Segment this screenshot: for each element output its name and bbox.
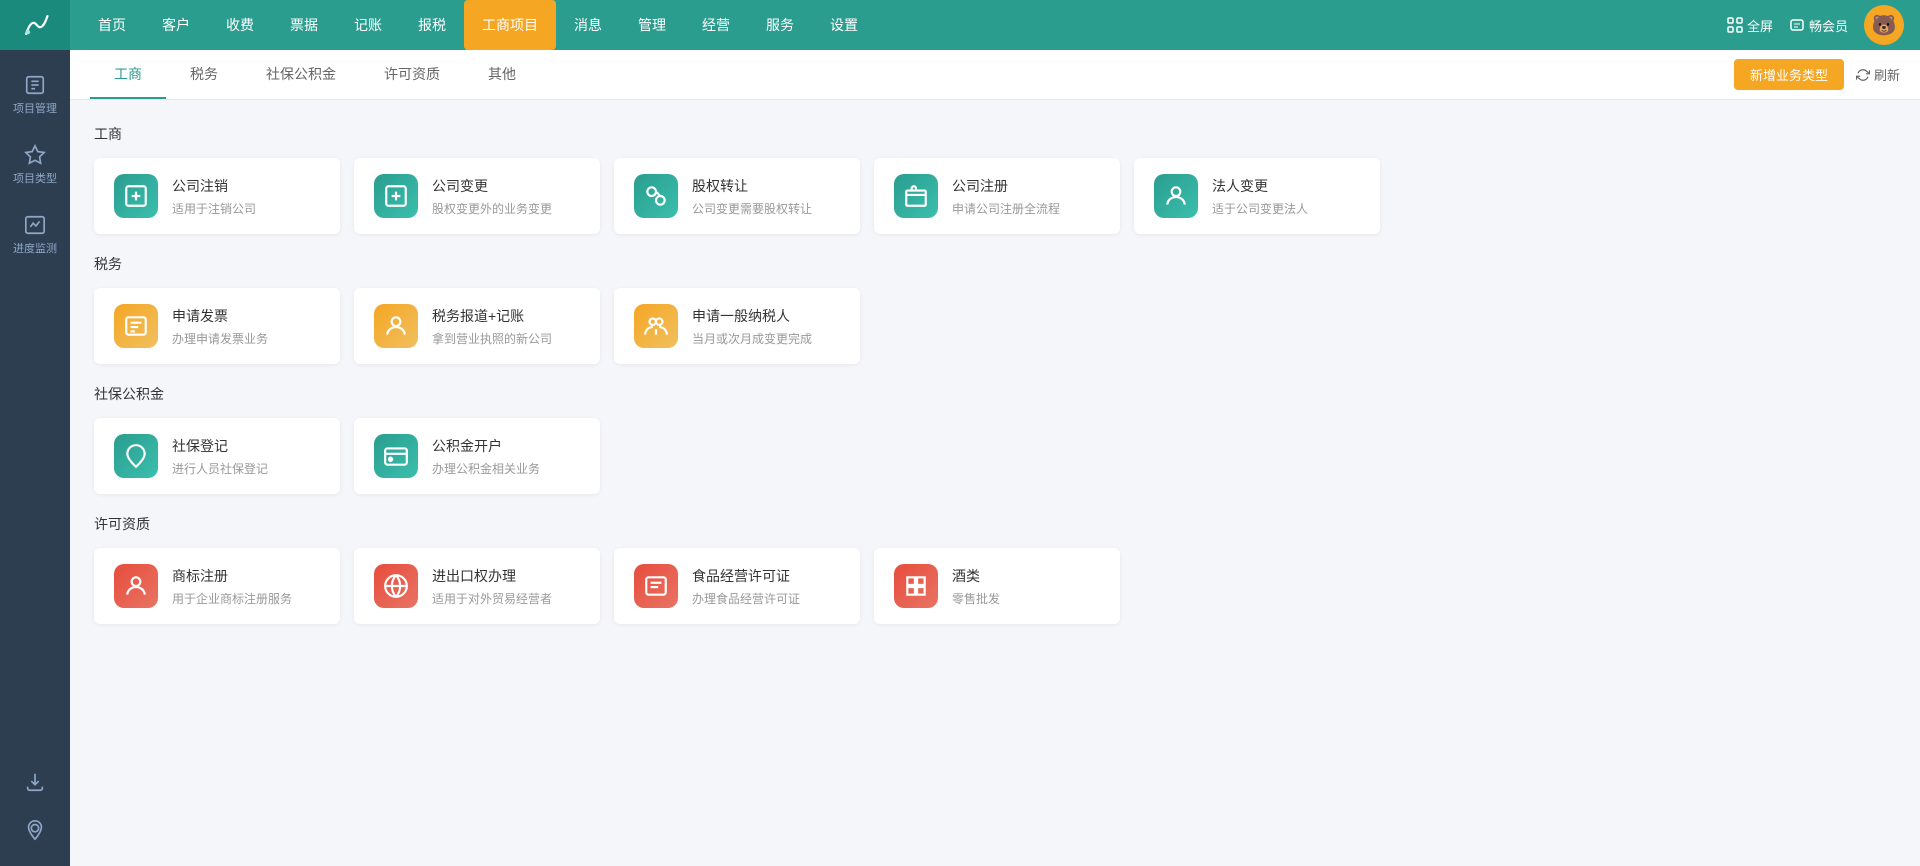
tab-other[interactable]: 其他	[464, 50, 540, 99]
card-tax-report-bookkeeping[interactable]: 税务报道+记账 拿到营业执照的新公司	[354, 288, 600, 364]
nav-service[interactable]: 服务	[748, 0, 812, 50]
top-nav-right: 全屏 畅会员 🐻	[1727, 5, 1920, 45]
card-social-insurance-register[interactable]: 社保登记 进行人员社保登记	[94, 418, 340, 494]
top-navigation: 首页 客户 收费 票据 记账 报税 工商项目 消息 管理 经营 服务 设置 全屏…	[0, 0, 1920, 50]
nav-fee[interactable]: 收费	[208, 0, 272, 50]
card-icon-company-cancel	[114, 174, 158, 218]
tab-bar: 工商 税务 社保公积金 许可资质 其他 新增业务类型 刷新	[70, 50, 1920, 100]
card-icon-provident-fund	[374, 434, 418, 478]
nav-items: 首页 客户 收费 票据 记账 报税 工商项目 消息 管理 经营 服务 设置	[70, 0, 1727, 50]
card-icon-tax-report	[374, 304, 418, 348]
fullscreen-btn[interactable]: 全屏	[1727, 16, 1773, 35]
nav-message[interactable]: 消息	[556, 0, 620, 50]
card-icon-apply-invoice	[114, 304, 158, 348]
sidebar-item-progress-monitor[interactable]: 进度监测	[0, 200, 70, 270]
star-icon	[24, 144, 46, 166]
social-card-grid: 社保登记 进行人员社保登记 公积金开户 办理公积金相关业务	[94, 418, 1896, 494]
card-apply-invoice[interactable]: 申请发票 办理申请发票业务	[94, 288, 340, 364]
card-icon-company-change	[374, 174, 418, 218]
location-icon	[24, 819, 46, 841]
nav-home[interactable]: 首页	[80, 0, 144, 50]
tax-card-grid: 申请发票 办理申请发票业务 税务报道+记账 拿到营业执照的新公司	[94, 288, 1896, 364]
nav-bill[interactable]: 票据	[272, 0, 336, 50]
section-title-social: 社保公积金	[94, 384, 1896, 404]
card-liquor[interactable]: 酒类 零售批发	[874, 548, 1120, 624]
refresh-button[interactable]: 刷新	[1856, 65, 1900, 84]
card-icon-company-register	[894, 174, 938, 218]
scroll-content[interactable]: 工商 公司注销 适用于注销公司	[70, 100, 1920, 866]
card-icon-equity-transfer	[634, 174, 678, 218]
card-food-license[interactable]: 食品经营许可证 办理食品经营许可证	[614, 548, 860, 624]
main-layout: 项目管理 项目类型 进度监测	[0, 50, 1920, 866]
tab-license[interactable]: 许可资质	[360, 50, 464, 99]
app-logo	[0, 0, 70, 50]
card-trademark-register[interactable]: 商标注册 用于企业商标注册服务	[94, 548, 340, 624]
sidebar-bottom	[15, 762, 55, 866]
card-company-register[interactable]: 公司注册 申请公司注册全流程	[874, 158, 1120, 234]
section-title-license: 许可资质	[94, 514, 1896, 534]
content-area: 工商 税务 社保公积金 许可资质 其他 新增业务类型 刷新 工商	[70, 50, 1920, 866]
nav-industry[interactable]: 工商项目	[464, 0, 556, 50]
industry-card-grid: 公司注销 适用于注销公司 公司变更 股权变更外的业务变更	[94, 158, 1896, 234]
nav-tax[interactable]: 报税	[400, 0, 464, 50]
nav-bookkeeping[interactable]: 记账	[336, 0, 400, 50]
card-equity-transfer[interactable]: 股权转让 公司变更需要股权转让	[614, 158, 860, 234]
tab-tax[interactable]: 税务	[166, 50, 242, 99]
nav-manage[interactable]: 管理	[620, 0, 684, 50]
card-provident-fund-open[interactable]: 公积金开户 办理公积金相关业务	[354, 418, 600, 494]
card-icon-general-taxpayer	[634, 304, 678, 348]
sidebar: 项目管理 项目类型 进度监测	[0, 50, 70, 866]
tab-social-insurance[interactable]: 社保公积金	[242, 50, 360, 99]
license-card-grid: 商标注册 用于企业商标注册服务 进出口权办理 适用于对外贸易经营者	[94, 548, 1896, 624]
member-btn[interactable]: 畅会员	[1789, 16, 1848, 35]
card-icon-trademark	[114, 564, 158, 608]
card-company-cancel[interactable]: 公司注销 适用于注销公司	[94, 158, 340, 234]
card-import-export[interactable]: 进出口权办理 适用于对外贸易经营者	[354, 548, 600, 624]
mascot-avatar: 🐻	[1864, 5, 1904, 45]
list-icon	[24, 74, 46, 96]
location-icon-btn[interactable]	[15, 810, 55, 850]
nav-settings[interactable]: 设置	[812, 0, 876, 50]
nav-customer[interactable]: 客户	[144, 0, 208, 50]
card-company-change[interactable]: 公司变更 股权变更外的业务变更	[354, 158, 600, 234]
add-type-button[interactable]: 新增业务类型	[1734, 59, 1844, 90]
card-icon-food-license	[634, 564, 678, 608]
card-icon-liquor	[894, 564, 938, 608]
section-title-tax: 税务	[94, 254, 1896, 274]
download-icon-btn[interactable]	[15, 762, 55, 802]
card-icon-import-export	[374, 564, 418, 608]
refresh-icon	[1856, 68, 1870, 82]
card-icon-legal-change	[1154, 174, 1198, 218]
card-icon-social-register	[114, 434, 158, 478]
card-legal-person-change[interactable]: 法人变更 适于公司变更法人	[1134, 158, 1380, 234]
tab-actions: 新增业务类型 刷新	[1734, 59, 1900, 90]
tab-industry[interactable]: 工商	[90, 50, 166, 99]
tabs: 工商 税务 社保公积金 许可资质 其他	[90, 50, 540, 99]
download-icon	[24, 771, 46, 793]
sidebar-item-project-type[interactable]: 项目类型	[0, 130, 70, 200]
card-apply-general-taxpayer[interactable]: 申请一般纳税人 当月或次月成变更完成	[614, 288, 860, 364]
chart-icon	[24, 214, 46, 236]
section-title-industry: 工商	[94, 124, 1896, 144]
sidebar-item-project-management[interactable]: 项目管理	[0, 60, 70, 130]
nav-operation[interactable]: 经营	[684, 0, 748, 50]
